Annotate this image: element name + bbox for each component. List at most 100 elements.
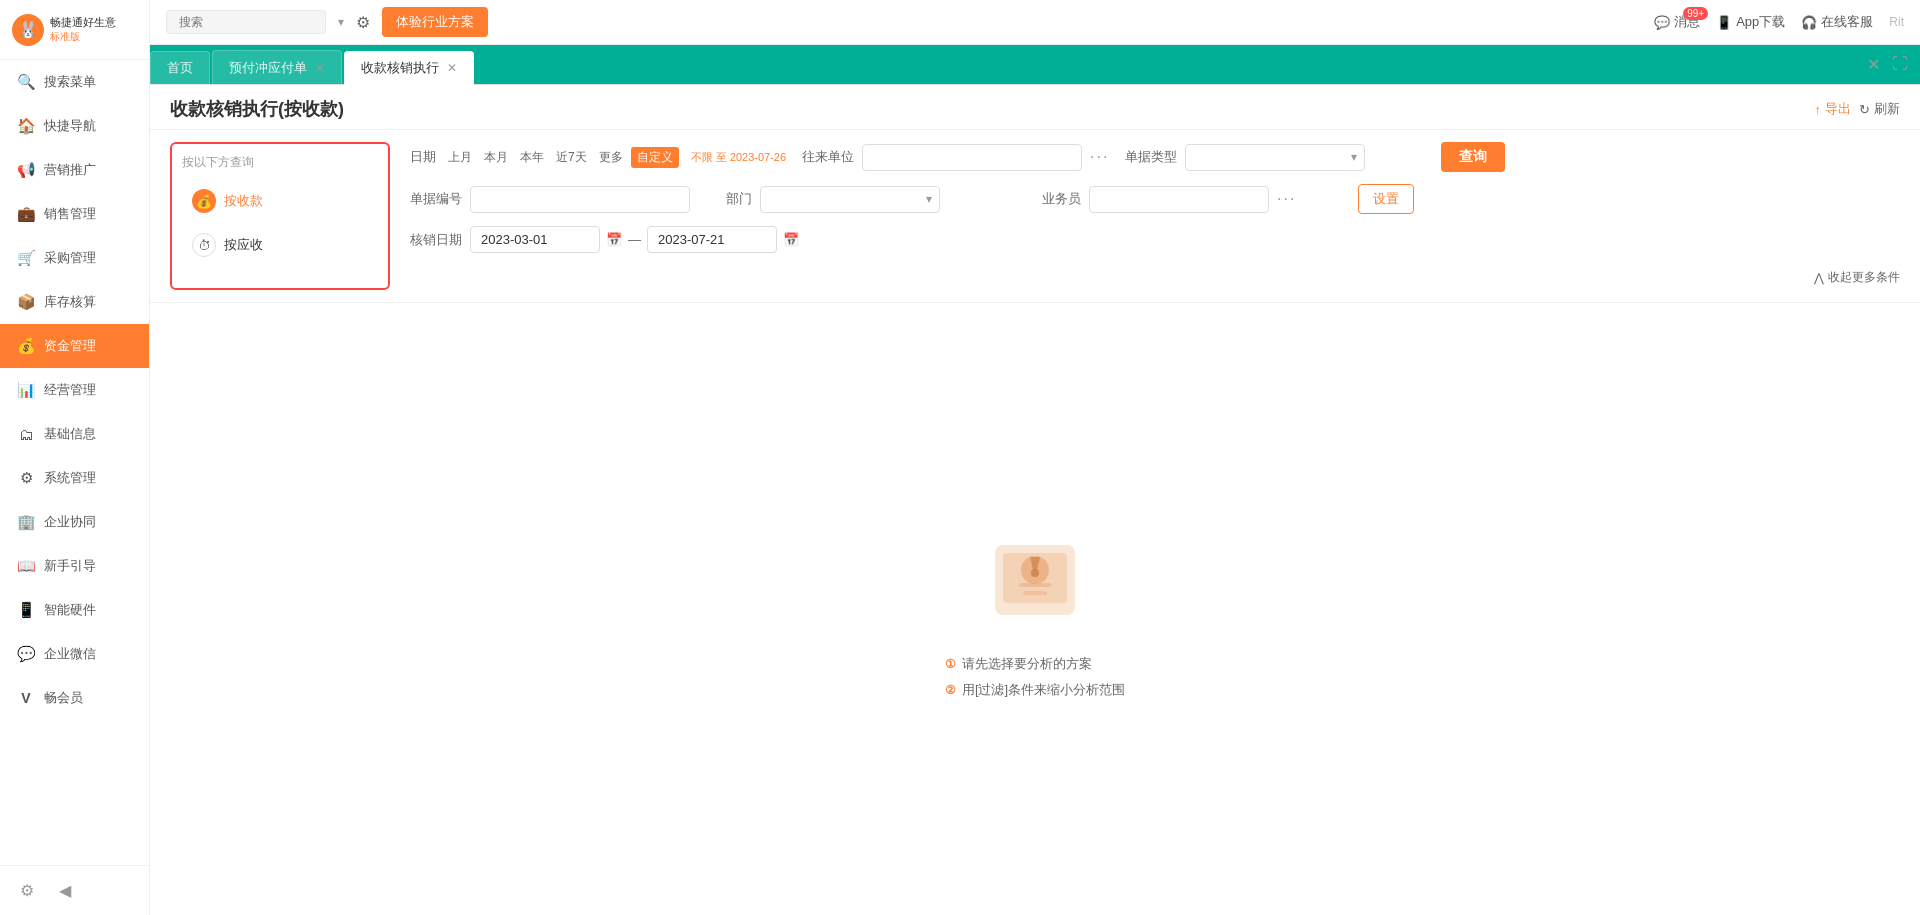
sidebar-item-finance[interactable]: 💰 资金管理: [0, 324, 149, 368]
filter-option-by-receipt[interactable]: 💰 按收款: [182, 181, 378, 221]
calendar-start-icon[interactable]: 📅: [606, 232, 622, 247]
member-icon: V: [16, 688, 36, 708]
sidebar-item-system[interactable]: ⚙ 系统管理: [0, 456, 149, 500]
date-this-month[interactable]: 本月: [480, 147, 512, 168]
tab-close-icon[interactable]: ✕: [315, 61, 325, 75]
sidebar-item-label: 新手引导: [44, 557, 96, 575]
sidebar-item-label: 搜索菜单: [44, 73, 96, 91]
online-service-button[interactable]: 🎧 在线客服: [1801, 13, 1873, 31]
sidebar-item-label: 资金管理: [44, 337, 96, 355]
query-button[interactable]: 查询: [1441, 142, 1505, 172]
sidebar-item-hardware[interactable]: 📱 智能硬件: [0, 588, 149, 632]
sidebar-item-wechat[interactable]: 💬 企业微信: [0, 632, 149, 676]
filter-option-by-receivable[interactable]: ⏱ 按应收: [182, 225, 378, 265]
date-last-month[interactable]: 上月: [444, 147, 476, 168]
date-unlimited-text: 不限 至 2023-07-26: [691, 150, 786, 165]
setting-button[interactable]: 设置: [1358, 184, 1414, 214]
staff-more-icon[interactable]: ···: [1277, 190, 1296, 208]
sidebar-item-marketing[interactable]: 📢 营销推广: [0, 148, 149, 192]
sidebar-item-operations[interactable]: 📊 经营管理: [0, 368, 149, 412]
verify-date-start-input[interactable]: [470, 226, 600, 253]
chevron-down-icon[interactable]: ▾: [338, 15, 344, 29]
receipt-option-icon: 💰: [192, 189, 216, 213]
sidebar-item-guide[interactable]: 📖 新手引导: [0, 544, 149, 588]
date-7days[interactable]: 近7天: [552, 147, 591, 168]
bill-type-field: 单据类型 ▾: [1125, 144, 1425, 171]
staff-input[interactable]: [1089, 186, 1269, 213]
sidebar-item-member[interactable]: V 畅会员: [0, 676, 149, 720]
collapse-filter-button[interactable]: ⋀ 收起更多条件: [1814, 269, 1900, 286]
sidebar-item-enterprise-collab[interactable]: 🏢 企业协同: [0, 500, 149, 544]
page-title: 收款核销执行(按收款): [170, 97, 344, 121]
collapse-icon: ⋀: [1814, 271, 1824, 285]
page-actions: ↑ 导出 ↻ 刷新: [1815, 100, 1901, 118]
verify-date-field: 核销日期 📅 — 📅: [410, 226, 799, 253]
bill-type-select-wrapper: ▾: [1185, 144, 1365, 171]
wechat-icon: 💬: [16, 644, 36, 664]
topbar: ▾ ⚙ 体验行业方案 💬 消息 99+ 📱 App下载 🎧 在线客服 Rit: [150, 0, 1920, 45]
topbar-gear-icon[interactable]: ⚙: [356, 13, 370, 32]
svg-rect-3: [1019, 583, 1051, 587]
app-download-button[interactable]: 📱 App下载: [1716, 13, 1785, 31]
date-custom[interactable]: 自定义: [631, 147, 679, 168]
page-content: 收款核销执行(按收款) ↑ 导出 ↻ 刷新 按以下方查询 💰 按收款: [150, 85, 1920, 915]
industry-solution-button[interactable]: 体验行业方案: [382, 7, 488, 37]
date-more[interactable]: 更多: [595, 147, 627, 168]
sidebar-item-inventory[interactable]: 📦 库存核算: [0, 280, 149, 324]
sidebar-item-sales[interactable]: 💼 销售管理: [0, 192, 149, 236]
export-button[interactable]: ↑ 导出: [1815, 100, 1852, 118]
collab-icon: 🏢: [16, 512, 36, 532]
service-icon: 🎧: [1801, 15, 1817, 30]
app-icon: 📱: [1716, 15, 1732, 30]
tab-home[interactable]: 首页: [150, 51, 210, 85]
collapse-sidebar-button[interactable]: ◀: [50, 876, 80, 906]
guide-icon: 📖: [16, 556, 36, 576]
date-this-year[interactable]: 本年: [516, 147, 548, 168]
verify-date-label: 核销日期: [410, 231, 462, 249]
partner-input[interactable]: [862, 144, 1082, 171]
sidebar-item-quick-nav[interactable]: 🏠 快捷导航: [0, 104, 149, 148]
collapse-label: 收起更多条件: [1828, 269, 1900, 286]
dept-select[interactable]: [760, 186, 940, 213]
maximize-button[interactable]: ⛶: [1888, 51, 1912, 77]
system-icon: ⚙: [16, 468, 36, 488]
topbar-search-input[interactable]: [166, 10, 326, 34]
sidebar-item-purchase[interactable]: 🛒 采购管理: [0, 236, 149, 280]
svg-point-6: [1031, 569, 1039, 577]
bill-no-input[interactable]: [470, 186, 690, 213]
sidebar-item-label: 智能硬件: [44, 601, 96, 619]
verify-date-end-input[interactable]: [647, 226, 777, 253]
sidebar-item-search[interactable]: 🔍 搜索菜单: [0, 60, 149, 104]
calendar-end-icon[interactable]: 📅: [783, 232, 799, 247]
message-button[interactable]: 💬 消息 99+: [1654, 13, 1700, 31]
refresh-icon: ↻: [1859, 102, 1870, 117]
settings-icon[interactable]: ⚙: [12, 876, 42, 906]
marketing-icon: 📢: [16, 160, 36, 180]
tab-close-active-icon[interactable]: ✕: [447, 61, 457, 75]
tab-receipt-verify[interactable]: 收款核销执行 ✕: [344, 51, 474, 85]
operations-icon: 📊: [16, 380, 36, 400]
sales-icon: 💼: [16, 204, 36, 224]
sidebar: 🐰 畅捷通好生意 标准版 🔍 搜索菜单 🏠 快捷导航 📢 营销推广 💼 销售管理…: [0, 0, 150, 915]
sidebar-item-label: 销售管理: [44, 205, 96, 223]
app-edition: 标准版: [50, 30, 116, 44]
filter-panel-title: 按以下方查询: [182, 154, 378, 171]
bill-type-select[interactable]: [1185, 144, 1365, 171]
logo-icon: 🐰: [12, 14, 44, 46]
tab-prepay[interactable]: 预付冲应付单 ✕: [212, 50, 342, 84]
user-name: Rit: [1889, 15, 1904, 29]
topbar-right: 💬 消息 99+ 📱 App下载 🎧 在线客服 Rit: [1654, 13, 1904, 31]
sidebar-item-basic-info[interactable]: 🗂 基础信息: [0, 412, 149, 456]
sidebar-item-label: 营销推广: [44, 161, 96, 179]
main-area: ▾ ⚙ 体验行业方案 💬 消息 99+ 📱 App下载 🎧 在线客服 Rit 首…: [150, 0, 1920, 915]
filter-fields: 日期 上月 本月 本年 近7天 更多 自定义 不限 至 2023-07-26: [410, 142, 1900, 290]
receivable-option-icon: ⏱: [192, 233, 216, 257]
empty-tip-1: ① 请先选择要分析的方案: [945, 651, 1125, 677]
app-download-label: App下载: [1736, 13, 1785, 31]
close-tab-button[interactable]: ✕: [1863, 51, 1884, 78]
sidebar-item-label: 库存核算: [44, 293, 96, 311]
refresh-button[interactable]: ↻ 刷新: [1859, 100, 1900, 118]
dept-label: 部门: [726, 190, 752, 208]
sidebar-item-label: 系统管理: [44, 469, 96, 487]
partner-more-icon[interactable]: ···: [1090, 148, 1109, 166]
